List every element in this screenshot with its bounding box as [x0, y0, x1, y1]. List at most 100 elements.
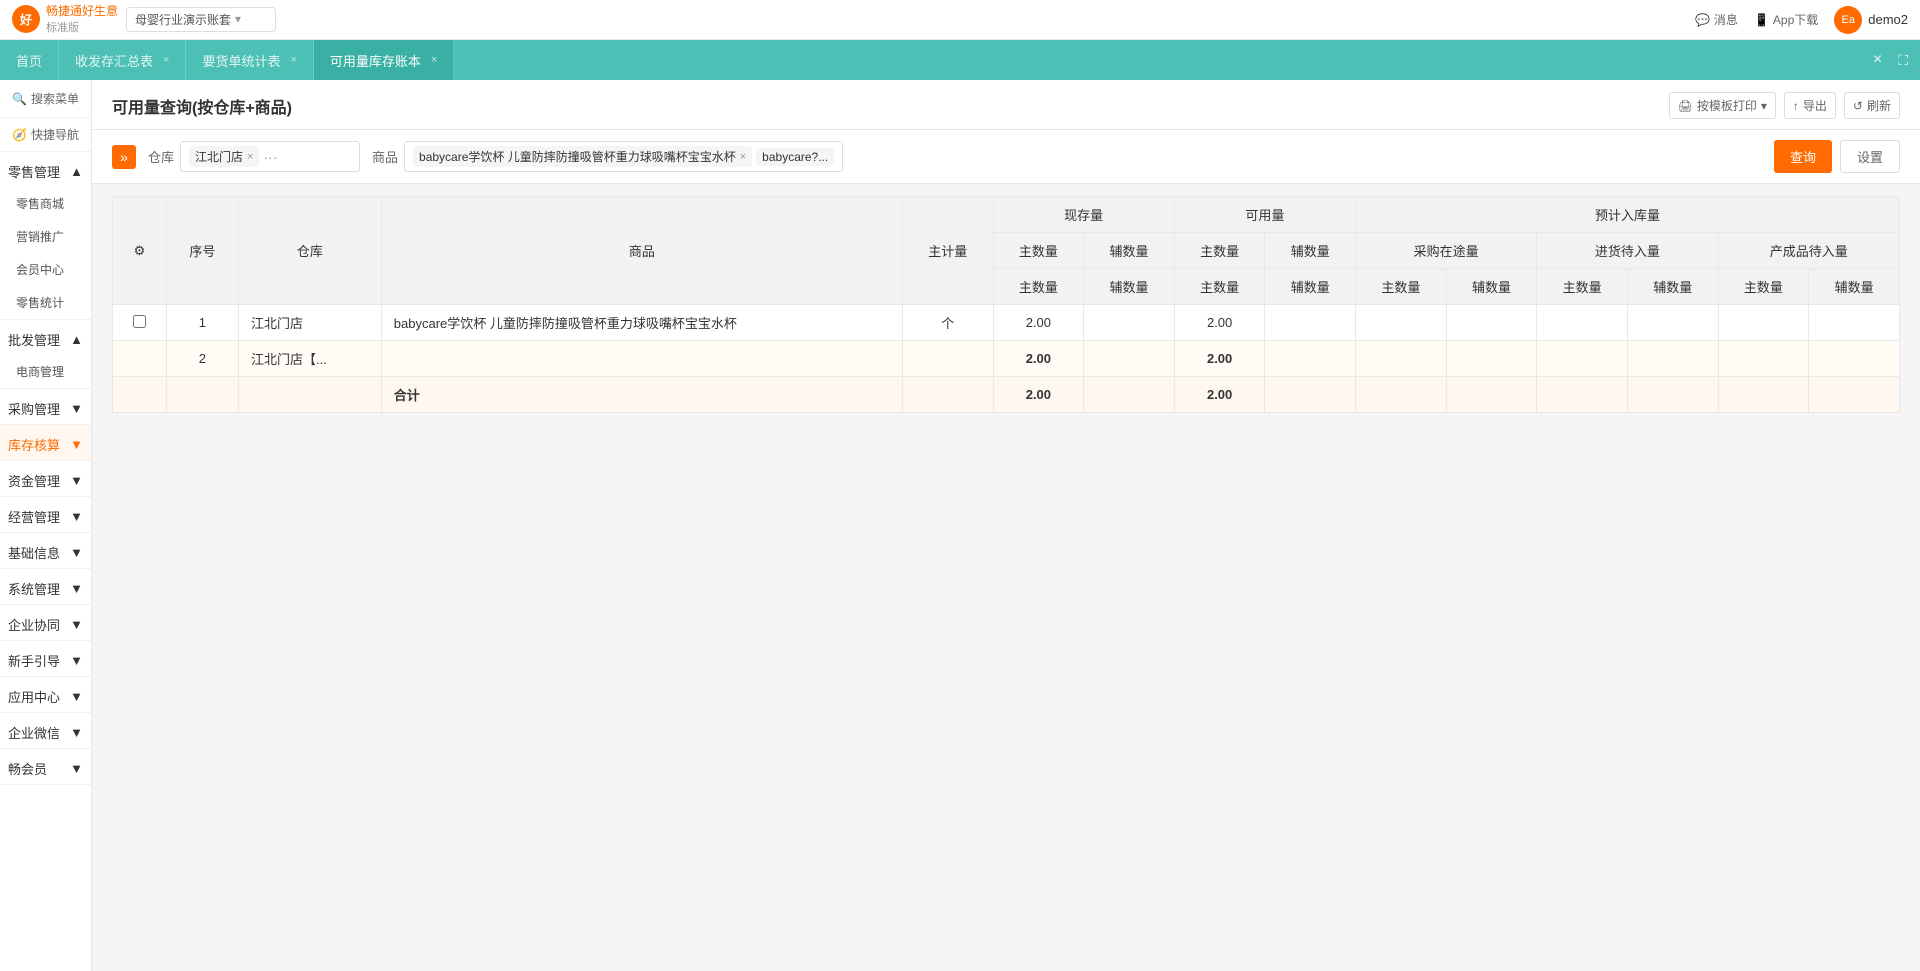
- footer-empty3: [239, 377, 382, 413]
- batch-arrow-icon: ▲: [70, 332, 83, 347]
- footer-label: 合计: [381, 377, 902, 413]
- sidebar-section-system-header[interactable]: 系统管理 ▼: [0, 569, 91, 604]
- tab-order-stat-close-icon[interactable]: ×: [290, 54, 296, 66]
- page-title: 可用量查询(按仓库+商品): [112, 94, 292, 128]
- tab-receive-close-icon[interactable]: ×: [163, 54, 169, 66]
- user-name: demo2: [1868, 12, 1908, 27]
- tab-available-stock[interactable]: 可用量库存账本 ×: [314, 40, 454, 80]
- th-pt-main: 主数量: [1356, 269, 1447, 305]
- row1-check-input[interactable]: [133, 315, 146, 328]
- table-area: ⚙ 序号 仓库 商品 主计量 现存量 可用量 预计入库量 主数量 辅数量 主数量: [92, 184, 1920, 971]
- th-current-main: 主数量: [993, 233, 1084, 269]
- product-tag-1-value: babycare学饮杯 儿童防摔防撞吸管杯重力球吸嘴杯宝宝水杯: [419, 148, 736, 165]
- refresh-button[interactable]: ↺ 刷新: [1844, 92, 1900, 119]
- table-footer-row: 合计 2.00 2.00: [113, 377, 1900, 413]
- product-filter-input[interactable]: babycare学饮杯 儿童防摔防撞吸管杯重力球吸嘴杯宝宝水杯 × babyca…: [404, 141, 843, 172]
- finance-label: 资金管理: [8, 471, 60, 490]
- footer-empty-unit: [902, 377, 993, 413]
- tab-home-label: 首页: [16, 51, 42, 70]
- query-button[interactable]: 查询: [1774, 140, 1832, 173]
- sidebar-item-retail-stats[interactable]: 零售统计: [0, 286, 91, 319]
- warehouse-filter-input[interactable]: 江北门店 × ···: [180, 141, 360, 172]
- row2-checkbox[interactable]: [113, 341, 167, 377]
- tab-order-stat[interactable]: 要货单统计表 ×: [186, 40, 313, 80]
- sidebar-section-stock-header[interactable]: 库存核算 ▼: [0, 425, 91, 460]
- appcenter-label: 应用中心: [8, 687, 60, 706]
- settings-icon[interactable]: ⚙: [134, 243, 146, 258]
- row1-checkbox[interactable]: [113, 305, 167, 341]
- sidebar-item-membership[interactable]: 会员中心: [0, 253, 91, 286]
- sidebar-section-basic-header[interactable]: 基础信息 ▼: [0, 533, 91, 568]
- row2-pp-aux: [1809, 341, 1900, 377]
- app-label: App下载: [1773, 11, 1818, 28]
- th-purchase-transit-group: 采购在途量: [1356, 233, 1537, 269]
- sidebar-section-finance-header[interactable]: 资金管理 ▼: [0, 461, 91, 496]
- sidebar-search[interactable]: 🔍 搜索菜单: [0, 80, 91, 118]
- template-print-button[interactable]: 🖨 按模板打印 ▾: [1669, 92, 1776, 119]
- close-all-tabs-icon[interactable]: ×: [1869, 47, 1886, 73]
- th-product-pending-group: 产成品待入量: [1718, 233, 1899, 269]
- member-arrow-icon: ▼: [70, 761, 83, 776]
- sidebar-section-finance: 资金管理 ▼: [0, 461, 91, 497]
- template-print-label: 按模板打印: [1697, 97, 1757, 114]
- system-label: 系统管理: [8, 579, 60, 598]
- warehouse-tag-remove-icon[interactable]: ×: [247, 151, 253, 163]
- row1-pp-aux: [1809, 305, 1900, 341]
- refresh-label: 刷新: [1867, 97, 1891, 114]
- sidebar-section-operation-header[interactable]: 经营管理 ▼: [0, 497, 91, 532]
- sidebar-item-marketing[interactable]: 营销推广: [0, 220, 91, 253]
- filter-expand-button[interactable]: »: [112, 145, 136, 169]
- th-available-aux: 辅数量: [1265, 233, 1356, 269]
- sidebar-section-newuser-header[interactable]: 新手引导 ▼: [0, 641, 91, 676]
- sidebar-section-member-header[interactable]: 畅会员 ▼: [0, 749, 91, 784]
- tab-receive[interactable]: 收发存汇总表 ×: [59, 40, 186, 80]
- table-row-subtotal: 2 江北门店【... 2.00 2.00: [113, 341, 1900, 377]
- warehouse-filter-dots[interactable]: ···: [263, 149, 277, 165]
- user-area[interactable]: Ea demo2: [1834, 6, 1908, 34]
- message-button[interactable]: 💬 消息: [1695, 11, 1738, 28]
- settings-button[interactable]: 设置: [1840, 140, 1900, 173]
- sidebar-section-appcenter-header[interactable]: 应用中心 ▼: [0, 677, 91, 712]
- sidebar-nav[interactable]: 🧭 快捷导航: [0, 118, 91, 152]
- tab-home[interactable]: 首页: [0, 40, 59, 80]
- sidebar-section-batch: 批发管理 ▲ 电商管理: [0, 320, 91, 389]
- industry-selector[interactable]: 母婴行业演示账套 ▾: [126, 7, 276, 32]
- app-download-button[interactable]: 📱 App下载: [1754, 11, 1818, 28]
- operation-label: 经营管理: [8, 507, 60, 526]
- sidebar-section-wechat: 企业微信 ▼: [0, 713, 91, 749]
- row1-warehouse: 江北门店: [239, 305, 382, 341]
- row2-current-aux: [1084, 341, 1175, 377]
- footer-in-aux: [1627, 377, 1718, 413]
- row1-available-aux: [1265, 305, 1356, 341]
- purchase-arrow-icon: ▼: [70, 401, 83, 416]
- page-header-actions: 🖨 按模板打印 ▾ ↑ 导出 ↺ 刷新: [1669, 92, 1900, 129]
- sidebar: 🔍 搜索菜单 🧭 快捷导航 零售管理 ▲ 零售商城 营销推广 会员中心 零售统计: [0, 80, 92, 971]
- nav-tabs-actions: × ⛶: [1869, 47, 1920, 73]
- th-incoming-group: 进货待入量: [1537, 233, 1718, 269]
- row1-pp-main: [1718, 305, 1809, 341]
- sidebar-item-zero-sales-mall[interactable]: 零售商城: [0, 187, 91, 220]
- th-settings[interactable]: ⚙: [113, 197, 167, 305]
- filter-product-group: 商品 babycare学饮杯 儿童防摔防撞吸管杯重力球吸嘴杯宝宝水杯 × bab…: [372, 141, 843, 172]
- sidebar-section-wechat-header[interactable]: 企业微信 ▼: [0, 713, 91, 748]
- sidebar-item-ecommerce[interactable]: 电商管理: [0, 355, 91, 388]
- sidebar-section-enterprise-header[interactable]: 企业协同 ▼: [0, 605, 91, 640]
- th-seq: 序号: [166, 197, 238, 305]
- row2-in-main: [1537, 341, 1628, 377]
- sidebar-section-batch-header[interactable]: 批发管理 ▲: [0, 320, 91, 355]
- th-product: 商品: [381, 197, 902, 305]
- filter-warehouse-group: 仓库 江北门店 × ···: [148, 141, 360, 172]
- row2-unit: [902, 341, 993, 377]
- export-button[interactable]: ↑ 导出: [1784, 92, 1836, 119]
- warehouse-filter-label: 仓库: [148, 147, 174, 166]
- sidebar-section-zero-sales-header[interactable]: 零售管理 ▲: [0, 152, 91, 187]
- app-icon: 📱: [1754, 13, 1769, 27]
- product-filter-label: 商品: [372, 147, 398, 166]
- footer-empty1: [113, 377, 167, 413]
- fullscreen-icon[interactable]: ⛶: [1894, 48, 1912, 73]
- sidebar-section-purchase-header[interactable]: 采购管理 ▼: [0, 389, 91, 424]
- newuser-arrow-icon: ▼: [70, 653, 83, 668]
- product-tag-1-remove-icon[interactable]: ×: [740, 151, 746, 163]
- tab-available-stock-close-icon[interactable]: ×: [431, 54, 437, 66]
- row1-current-aux: [1084, 305, 1175, 341]
